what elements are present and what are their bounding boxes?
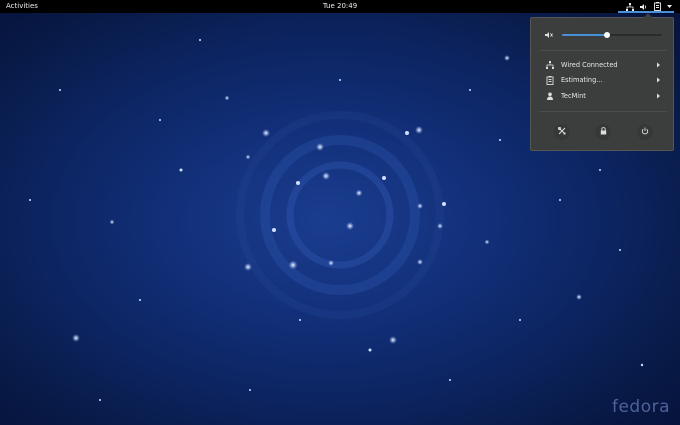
separator bbox=[539, 50, 667, 51]
menu-item-label: Wired Connected bbox=[561, 61, 618, 69]
lock-button[interactable] bbox=[595, 124, 611, 140]
network-icon bbox=[626, 2, 634, 11]
menu-item-user[interactable]: TecMint bbox=[531, 89, 675, 103]
speaker-icon bbox=[545, 31, 554, 41]
fedora-logo: fedora bbox=[611, 397, 670, 417]
chevron-right-icon bbox=[655, 61, 661, 69]
power-icon bbox=[641, 127, 649, 137]
battery-icon bbox=[654, 2, 661, 11]
clock-container: Tue 20:49 bbox=[0, 0, 680, 13]
network-icon bbox=[546, 61, 554, 69]
volume-slider[interactable] bbox=[562, 32, 662, 38]
lock-icon bbox=[600, 127, 607, 137]
menu-item-network[interactable]: Wired Connected bbox=[531, 58, 675, 72]
swirl-ring bbox=[286, 161, 394, 269]
menu-item-label: Estimating... bbox=[561, 76, 603, 84]
battery-icon bbox=[546, 76, 554, 85]
system-menu: Wired Connected Estimating... TecMint bbox=[530, 13, 675, 151]
user-icon bbox=[546, 92, 554, 100]
separator bbox=[539, 111, 667, 112]
clock-button[interactable]: Tue 20:49 bbox=[323, 2, 357, 10]
chevron-down-icon bbox=[667, 4, 672, 9]
volume-row bbox=[545, 30, 665, 40]
chevron-right-icon bbox=[655, 76, 661, 84]
volume-slider-handle[interactable] bbox=[604, 32, 610, 38]
menu-item-label: TecMint bbox=[561, 92, 586, 100]
top-bar: Activities Tue 20:49 bbox=[0, 0, 680, 13]
activities-button[interactable]: Activities bbox=[6, 0, 38, 13]
settings-icon bbox=[557, 126, 566, 137]
volume-icon bbox=[640, 3, 648, 11]
menu-item-battery[interactable]: Estimating... bbox=[531, 73, 675, 87]
chevron-right-icon bbox=[655, 92, 661, 100]
power-button[interactable] bbox=[637, 124, 653, 140]
settings-button[interactable] bbox=[554, 124, 570, 140]
action-buttons bbox=[531, 124, 675, 140]
volume-slider-fill bbox=[562, 34, 607, 36]
